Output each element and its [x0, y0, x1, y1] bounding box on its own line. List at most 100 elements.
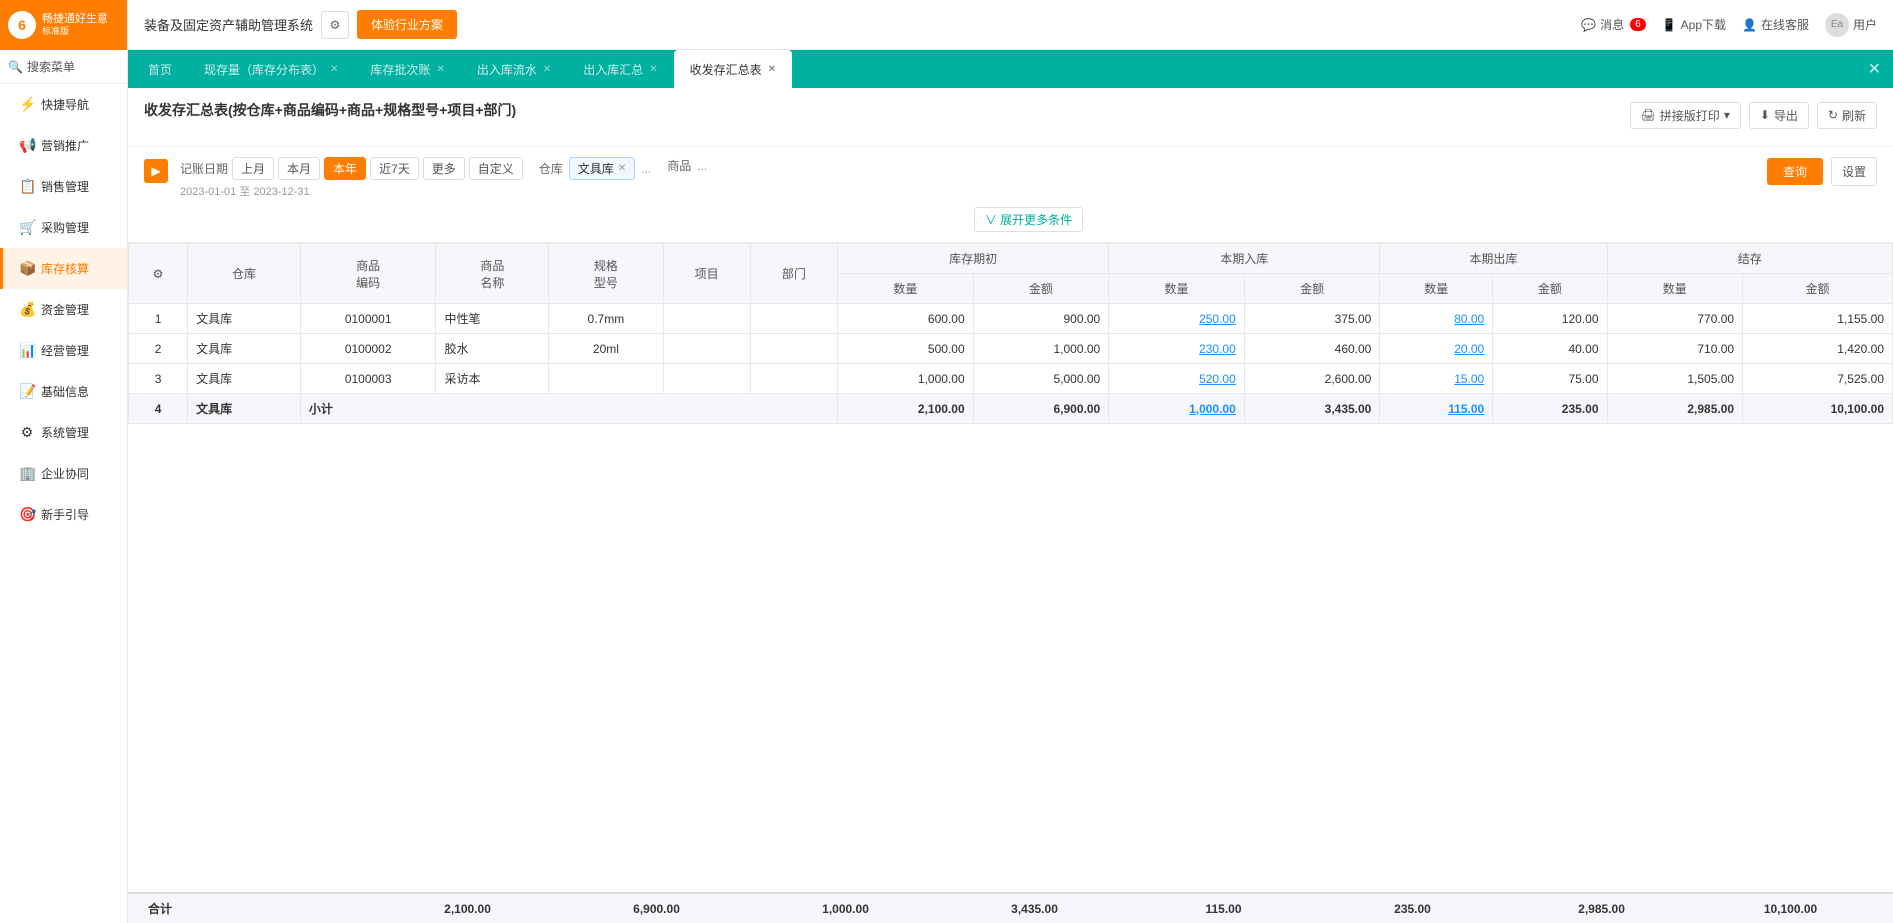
- total-in-amt: 3,435.00: [940, 902, 1129, 916]
- tabbar-close-all[interactable]: ✕: [1860, 59, 1889, 79]
- tab-in-out-summary-close[interactable]: ✕: [649, 64, 657, 75]
- row-in-qty[interactable]: 230.00: [1109, 334, 1245, 364]
- row-in-amt: 2,600.00: [1244, 364, 1380, 394]
- sidebar-item-marketing[interactable]: 📢 营销推广: [0, 125, 127, 166]
- export-icon: ⬇: [1760, 108, 1770, 122]
- sidebar-item-system[interactable]: ⚙ 系统管理: [0, 412, 127, 453]
- tab-in-out-summary[interactable]: 出入库汇总 ✕: [567, 50, 673, 88]
- date-btn-this-month[interactable]: 本月: [278, 157, 320, 180]
- col-balance-group-header: 结存: [1607, 244, 1893, 274]
- row-out-qty[interactable]: 15.00: [1380, 364, 1493, 394]
- row-bal-qty: 1,505.00: [1607, 364, 1743, 394]
- sidebar-item-inventory[interactable]: 📦 库存核算: [0, 248, 127, 289]
- sidebar-search[interactable]: 🔍 搜索菜单: [0, 50, 127, 84]
- row-out-qty[interactable]: 80.00: [1380, 304, 1493, 334]
- row-out-amt: 120.00: [1493, 304, 1607, 334]
- tab-in-out-flow-close[interactable]: ✕: [543, 64, 551, 75]
- date-btn-custom[interactable]: 自定义: [469, 157, 523, 180]
- tab-home[interactable]: 首页: [132, 50, 188, 88]
- print-button[interactable]: 🖨 拼接版打印 ▾: [1630, 102, 1741, 129]
- table-row: 1 文具库 0100001 中性笔 0.7mm 600.00 900.00 25…: [129, 304, 1893, 334]
- col-goods-name-header: 商品名称: [436, 244, 549, 304]
- phone-icon: 📱: [1662, 18, 1677, 32]
- tab-recv-send-summary[interactable]: 收发存汇总表 ✕: [674, 50, 792, 88]
- row-goods-spec: [549, 364, 663, 394]
- total-open-qty-val: 2,100.00: [373, 902, 562, 916]
- sidebar-logo: 6 畅捷通好生意 标准版: [0, 0, 127, 50]
- sidebar-item-enterprise[interactable]: 🏢 企业协同: [0, 453, 127, 494]
- col-settings-header[interactable]: ⚙: [129, 244, 188, 304]
- app-download-label: App下载: [1681, 16, 1726, 33]
- data-table: ⚙ 仓库 商品编码 商品名称 规格型号 项目 部门 库存期初 本期入库 本期出库…: [128, 243, 1893, 424]
- report-header: 收发存汇总表(按仓库+商品编码+商品+规格型号+项目+部门) 🖨 拼接版打印 ▾…: [128, 88, 1893, 147]
- tab-recv-send-summary-close[interactable]: ✕: [768, 64, 776, 75]
- sidebar-item-purchase[interactable]: 🛒 采购管理: [0, 207, 127, 248]
- date-btn-this-year[interactable]: 本年: [324, 157, 366, 180]
- filter-settings-button[interactable]: 设置: [1831, 157, 1877, 186]
- messages-button[interactable]: 💬 消息 6: [1581, 16, 1646, 33]
- row-in-qty[interactable]: 250.00: [1109, 304, 1245, 334]
- system-icon: ⚙: [19, 424, 35, 441]
- row-goods-spec: 20ml: [549, 334, 663, 364]
- tab-inventory-dist-close[interactable]: ✕: [330, 64, 338, 75]
- sidebar-item-sales[interactable]: 📋 销售管理: [0, 166, 127, 207]
- subtotal-no: 4: [129, 394, 188, 424]
- sidebar-item-finance[interactable]: 💰 资金管理: [0, 289, 127, 330]
- subtotal-out-amt: 235.00: [1493, 394, 1607, 424]
- row-no: 1: [129, 304, 188, 334]
- operations-icon: 📊: [19, 342, 35, 359]
- tab-in-out-flow[interactable]: 出入库流水 ✕: [461, 50, 567, 88]
- col-in-amt-header: 金额: [1244, 274, 1380, 304]
- subtotal-in-qty[interactable]: 1,000.00: [1109, 394, 1245, 424]
- row-bal-qty: 710.00: [1607, 334, 1743, 364]
- row-in-qty[interactable]: 520.00: [1109, 364, 1245, 394]
- online-service-label: 在线客服: [1761, 16, 1809, 33]
- quick-nav-icon: ⚡: [19, 96, 35, 113]
- warehouse-filter-label: 仓库: [539, 160, 563, 177]
- row-out-qty[interactable]: 20.00: [1380, 334, 1493, 364]
- online-service-button[interactable]: 👤 在线客服: [1742, 16, 1809, 33]
- warehouse-more[interactable]: ...: [641, 162, 651, 176]
- sidebar-item-basic[interactable]: 📝 基础信息: [0, 371, 127, 412]
- warehouse-tag[interactable]: 文具库 ✕: [569, 157, 635, 180]
- row-goods-code: 0100002: [300, 334, 436, 364]
- warehouse-tag-close[interactable]: ✕: [618, 163, 626, 174]
- row-warehouse: 文具库: [188, 304, 301, 334]
- date-btn-more[interactable]: 更多: [423, 157, 465, 180]
- subtotal-out-qty[interactable]: 115.00: [1380, 394, 1493, 424]
- topbar-right: 💬 消息 6 📱 App下载 👤 在线客服 Ea 用户: [1581, 13, 1877, 37]
- row-bal-qty: 770.00: [1607, 304, 1743, 334]
- sidebar-item-quick-nav[interactable]: ⚡ 快捷导航: [0, 84, 127, 125]
- tab-batch-close[interactable]: ✕: [436, 64, 444, 75]
- refresh-button[interactable]: ↻ 刷新: [1817, 102, 1877, 129]
- tab-in-out-flow-label: 出入库流水: [477, 61, 537, 78]
- tab-home-label: 首页: [148, 61, 172, 78]
- sidebar-item-label: 销售管理: [41, 178, 89, 195]
- tab-inventory-dist-label: 现存量（库存分布表）: [204, 61, 324, 78]
- topbar-left: 装备及固定资产辅助管理系统 ⚙ 体验行业方案: [144, 10, 457, 39]
- user-label: 用户: [1853, 16, 1877, 33]
- page-content: 收发存汇总表(按仓库+商品编码+商品+规格型号+项目+部门) 🖨 拼接版打印 ▾…: [128, 88, 1893, 923]
- row-bal-amt: 1,420.00: [1743, 334, 1893, 364]
- try-industry-button[interactable]: 体验行业方案: [357, 10, 457, 39]
- sidebar-item-guide[interactable]: 🎯 新手引导: [0, 494, 127, 535]
- goods-more[interactable]: ...: [697, 159, 707, 173]
- date-btn-7days[interactable]: 近7天: [370, 157, 419, 180]
- col-out-qty-header: 数量: [1380, 274, 1493, 304]
- system-title: 装备及固定资产辅助管理系统: [144, 15, 313, 34]
- topbar-settings-button[interactable]: ⚙: [321, 11, 349, 39]
- user-avatar: Ea: [1825, 13, 1849, 37]
- tab-inventory-dist[interactable]: 现存量（库存分布表） ✕: [188, 50, 354, 88]
- filter-toggle-button[interactable]: ▶: [144, 159, 168, 183]
- expand-conditions-button[interactable]: ∨ 展开更多条件: [974, 207, 1083, 232]
- date-btn-last-month[interactable]: 上月: [232, 157, 274, 180]
- total-label: 合计: [136, 900, 184, 917]
- user-menu[interactable]: Ea 用户: [1825, 13, 1877, 37]
- query-button[interactable]: 查询: [1767, 158, 1823, 185]
- logo-text: 畅捷通好生意 标准版: [42, 12, 108, 38]
- tab-batch[interactable]: 库存批次账 ✕: [354, 50, 460, 88]
- app-download-button[interactable]: 📱 App下载: [1662, 16, 1726, 33]
- row-no: 2: [129, 334, 188, 364]
- sidebar-item-operations[interactable]: 📊 经营管理: [0, 330, 127, 371]
- export-button[interactable]: ⬇ 导出: [1749, 102, 1809, 129]
